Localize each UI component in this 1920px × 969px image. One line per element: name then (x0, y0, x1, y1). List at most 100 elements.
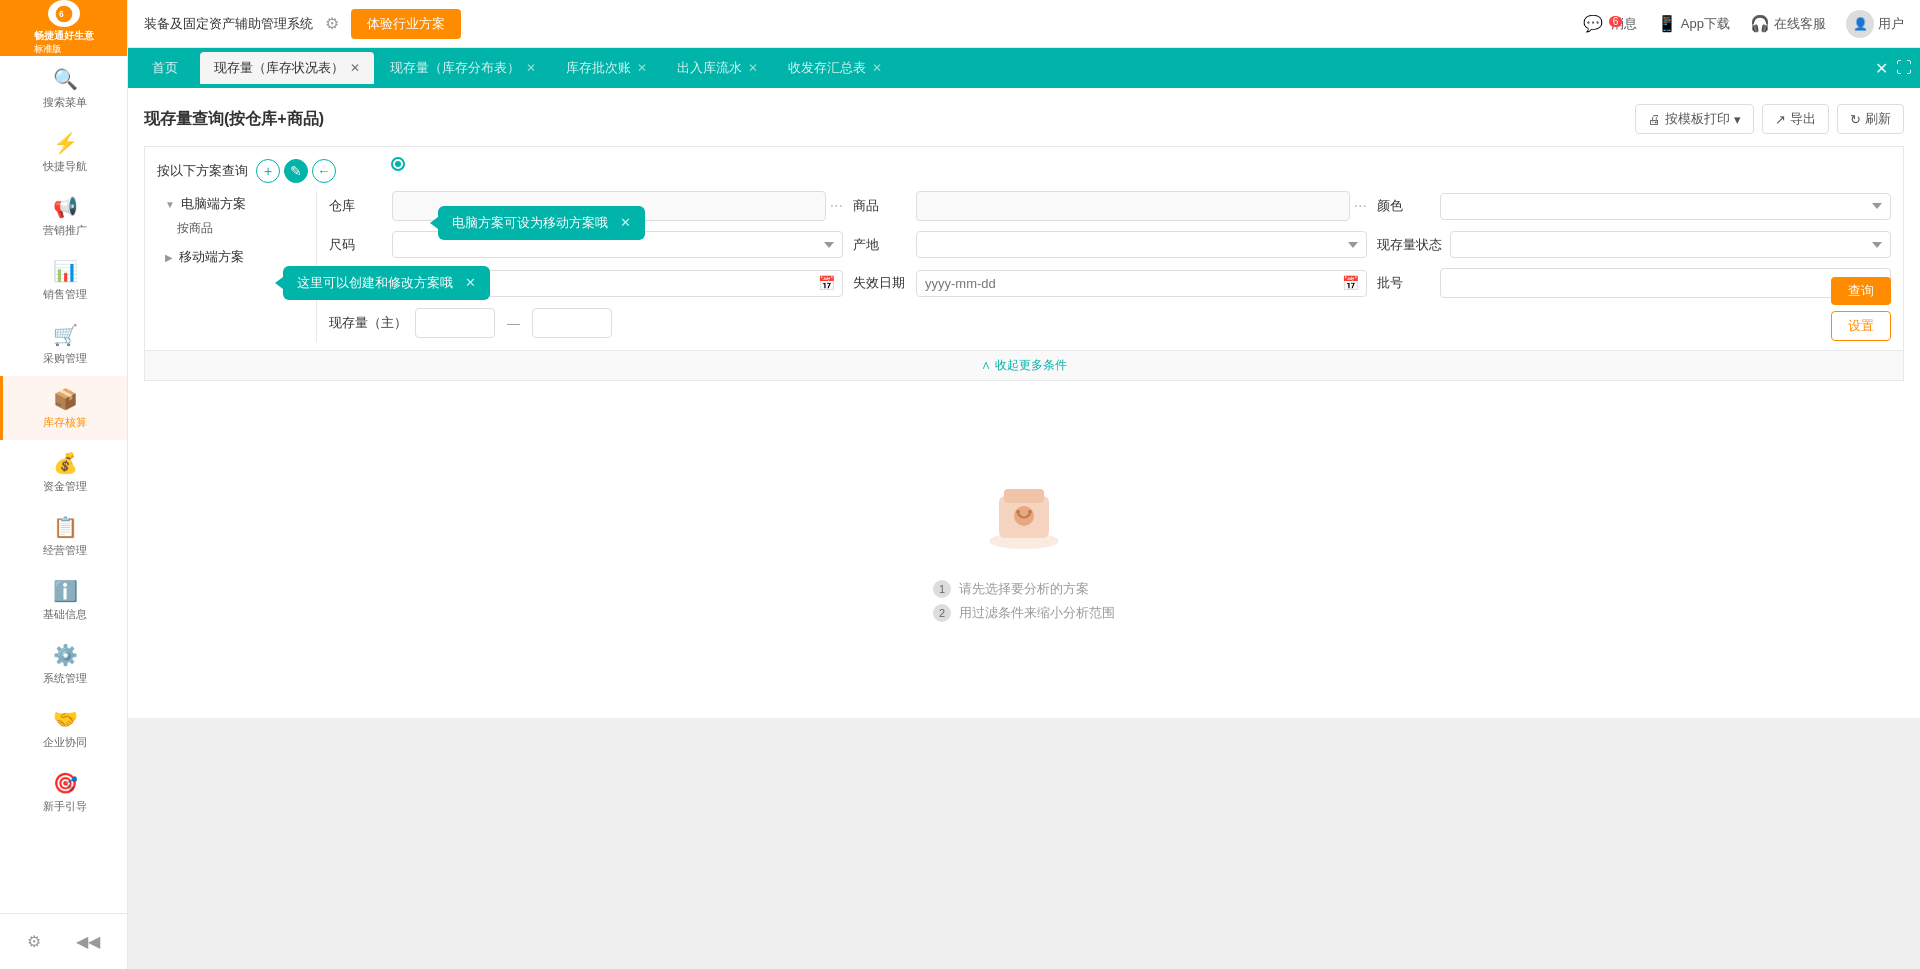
operation-icon: 📋 (53, 515, 78, 539)
tab-fullscreen-icon[interactable]: ⛶ (1896, 59, 1912, 77)
origin-label: 产地 (853, 236, 908, 254)
print-btn[interactable]: 🖨 按模板打印 ▾ (1635, 104, 1754, 134)
tab-close-inventory-status[interactable]: ✕ (350, 61, 360, 75)
industry-btn[interactable]: 体验行业方案 (351, 9, 461, 39)
expire-date-field: 失效日期 📅 (853, 268, 1367, 298)
tab-close-summary[interactable]: ✕ (872, 61, 882, 75)
tooltip-edit-scheme: 这里可以创建和修改方案哦 ✕ (283, 266, 490, 300)
print-icon: 🖨 (1648, 112, 1661, 127)
app-download-label: App下载 (1681, 15, 1730, 33)
tooltip2-close[interactable]: ✕ (465, 275, 476, 290)
sidebar-nav: 🔍 搜索菜单 ⚡ 快捷导航 📢 营销推广 📊 销售管理 🛒 采购管理 📦 库存核… (0, 56, 127, 913)
sidebar-item-operation[interactable]: 📋 经营管理 (0, 504, 127, 568)
logo-icon: 6 (48, 0, 80, 27)
add-scheme-btn[interactable]: + (256, 159, 280, 183)
tab-close-all-icon[interactable]: ✕ (1875, 59, 1888, 78)
tooltip1-close[interactable]: ✕ (620, 215, 631, 230)
expand-arrow-icon-2: ▶ (165, 252, 173, 263)
tab-summary[interactable]: 收发存汇总表 ✕ (774, 52, 896, 84)
expand-arrow-icon: ▼ (165, 199, 175, 210)
sidebar-item-guide[interactable]: 🎯 新手引导 (0, 760, 127, 824)
logo-text: 畅捷通好生意 标准版 (34, 29, 94, 56)
sidebar-item-inventory[interactable]: 📦 库存核算 (0, 376, 127, 440)
goods-dots[interactable]: ··· (1354, 197, 1367, 215)
sub-item-1[interactable]: 按商品 (157, 217, 304, 240)
tip-num-1: 1 (933, 580, 951, 598)
edit-scheme-btn[interactable]: ✎ (284, 159, 308, 183)
topbar-settings-icon[interactable]: ⚙ (325, 14, 339, 33)
topbar-left: 装备及固定资产辅助管理系统 ⚙ 体验行业方案 (144, 9, 461, 39)
goods-input[interactable] (916, 191, 1350, 221)
content: 现存量查询(按仓库+商品) 🖨 按模板打印 ▾ ↗ 导出 ↻ 刷新 (128, 88, 1920, 969)
collapse-bar[interactable]: ∧ 收起更多条件 (145, 350, 1903, 380)
settings-bottom-icon[interactable]: ⚙ (27, 932, 41, 951)
tab-close-batch[interactable]: ✕ (637, 61, 647, 75)
desktop-scheme-item[interactable]: ▼ 电脑端方案 (157, 191, 304, 217)
tab-batch-label: 库存批次账 (566, 59, 631, 77)
origin-field: 产地 (853, 231, 1367, 258)
logo: 6 畅捷通好生意 标准版 (0, 0, 127, 56)
mobile-scheme-item[interactable]: ▶ 移动端方案 (157, 244, 304, 270)
expire-date-input[interactable] (916, 270, 1367, 297)
sidebar-item-purchase[interactable]: 🛒 采购管理 (0, 312, 127, 376)
batch-input[interactable] (1440, 268, 1891, 298)
tab-home[interactable]: 首页 (132, 52, 198, 84)
sidebar-item-marketing[interactable]: 📢 营销推广 (0, 184, 127, 248)
tab-close-flow[interactable]: ✕ (748, 61, 758, 75)
sidebar-item-finance[interactable]: 💰 资金管理 (0, 440, 127, 504)
expire-date-label: 失效日期 (853, 274, 908, 292)
color-select[interactable] (1440, 193, 1891, 220)
message-badge: 6 (1609, 16, 1623, 27)
stock-main-max[interactable] (532, 308, 612, 338)
empty-tip-2: 2 用过滤条件来缩小分析范围 (933, 604, 1115, 622)
tip-text-2: 用过滤条件来缩小分析范围 (959, 604, 1115, 622)
prod-date-calendar-icon: 📅 (818, 275, 835, 291)
tab-inventory-status[interactable]: 现存量（库存状况表） ✕ (200, 52, 374, 84)
size-label: 尺码 (329, 236, 384, 254)
app-download-action[interactable]: 📱 App下载 (1657, 14, 1730, 33)
svg-point-6 (1016, 510, 1020, 514)
tab-close-inventory-dist[interactable]: ✕ (526, 61, 536, 75)
sidebar-item-basic[interactable]: ℹ️ 基础信息 (0, 568, 127, 632)
query-btn[interactable]: 查询 (1831, 277, 1891, 305)
tip-text-1: 请先选择要分析的方案 (959, 580, 1089, 598)
tab-batch[interactable]: 库存批次账 ✕ (552, 52, 661, 84)
topbar: 装备及固定资产辅助管理系统 ⚙ 体验行业方案 💬 6 消息 📱 App下载 🎧 … (128, 0, 1920, 48)
collapse-icon[interactable]: ◀◀ (76, 932, 100, 951)
filter-area: 按以下方案查询 + ✎ ← ▼ 电脑端方案 (144, 146, 1904, 381)
tab-home-label: 首页 (152, 59, 178, 77)
empty-icon (974, 461, 1074, 564)
stock-status-select[interactable] (1450, 231, 1891, 258)
sidebar-item-system[interactable]: ⚙️ 系统管理 (0, 632, 127, 696)
chevron-down-icon: ▾ (1734, 112, 1741, 127)
origin-select[interactable] (916, 231, 1367, 258)
reset-btn[interactable]: 设置 (1831, 311, 1891, 341)
warehouse-dots[interactable]: ··· (830, 197, 843, 215)
batch-label: 批号 (1377, 274, 1432, 292)
sidebar-item-sales[interactable]: 📊 销售管理 (0, 248, 127, 312)
export-btn[interactable]: ↗ 导出 (1762, 104, 1829, 134)
message-action[interactable]: 💬 6 消息 (1583, 14, 1637, 33)
svg-rect-4 (1004, 489, 1044, 503)
filter-controls: + ✎ ← (256, 159, 336, 183)
headset-icon: 🎧 (1750, 14, 1770, 33)
refresh-btn[interactable]: ↻ 刷新 (1837, 104, 1904, 134)
avatar: 👤 (1846, 10, 1874, 38)
svg-point-5 (1014, 506, 1034, 526)
online-service-action[interactable]: 🎧 在线客服 (1750, 14, 1826, 33)
goods-label: 商品 (853, 197, 908, 215)
inventory-icon: 📦 (53, 387, 78, 411)
arrow-scheme-btn[interactable]: ← (312, 159, 336, 183)
sidebar-item-quick[interactable]: ⚡ 快捷导航 (0, 120, 127, 184)
tab-inventory-dist[interactable]: 现存量（库存分布表） ✕ (376, 52, 550, 84)
tab-flow[interactable]: 出入库流水 ✕ (663, 52, 772, 84)
stock-main-min[interactable] (415, 308, 495, 338)
dot-indicator (393, 159, 403, 169)
sidebar-item-enterprise[interactable]: 🤝 企业协同 (0, 696, 127, 760)
tooltip2-text: 这里可以创建和修改方案哦 (297, 275, 453, 290)
sidebar-item-search[interactable]: 🔍 搜索菜单 (0, 56, 127, 120)
topbar-right: 💬 6 消息 📱 App下载 🎧 在线客服 👤 用户 (1583, 10, 1904, 38)
finance-icon: 💰 (53, 451, 78, 475)
user-action[interactable]: 👤 用户 (1846, 10, 1904, 38)
tab-inventory-dist-label: 现存量（库存分布表） (390, 59, 520, 77)
